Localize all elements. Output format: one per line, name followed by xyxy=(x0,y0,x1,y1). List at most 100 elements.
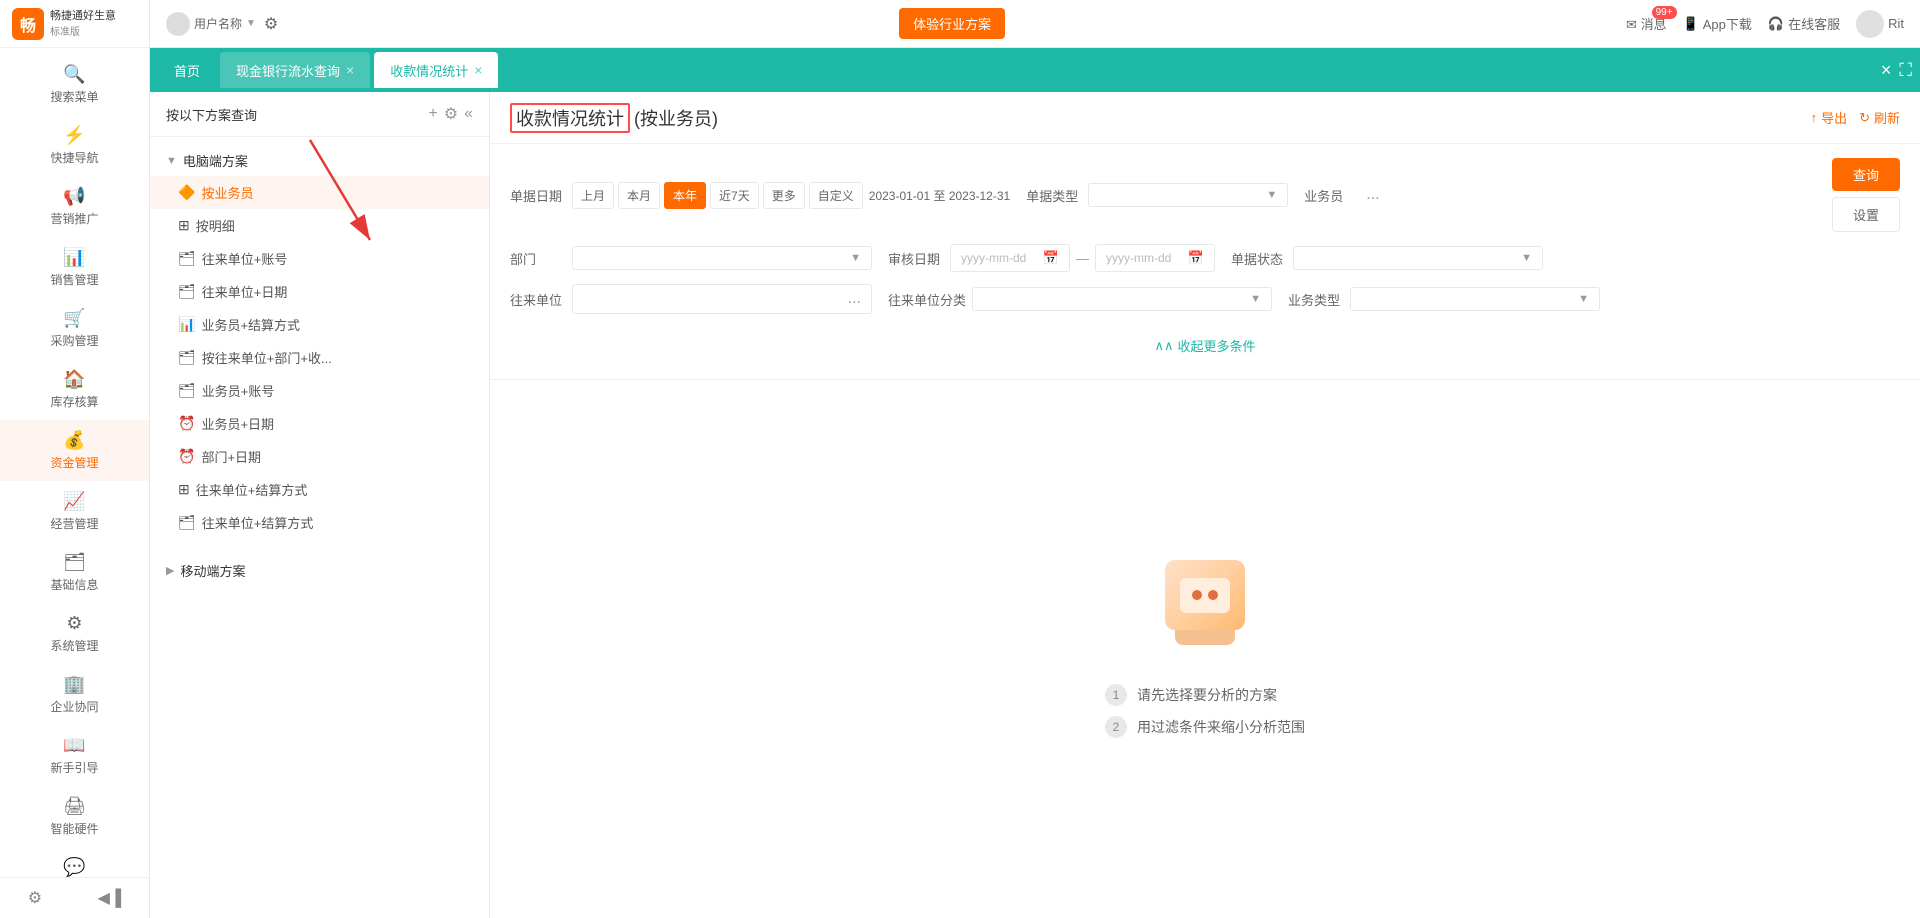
tree-item-salesman-account[interactable]: 🗂 业务员+账号 xyxy=(150,374,489,407)
sidebar-item-enterprise-wx[interactable]: 💬 企业微信 xyxy=(0,847,149,877)
page-title-highlight: 收款情况统计 xyxy=(510,103,630,133)
marketing-icon: 📢 xyxy=(63,186,85,207)
sidebar-item-basic[interactable]: 🗂 基础信息 xyxy=(0,542,149,603)
sales-icon: 📊 xyxy=(63,247,85,268)
tab-collection-stat[interactable]: 收款情况统计 × xyxy=(374,52,498,88)
trial-button[interactable]: 体验行业方案 xyxy=(899,8,1005,39)
tab-close-bank-flow[interactable]: × xyxy=(346,62,354,78)
sidebar-item-search-menu[interactable]: 🔍 搜索菜单 xyxy=(0,54,149,115)
sidebar-item-quick-nav[interactable]: ⚡ 快捷导航 xyxy=(0,115,149,176)
online-service-button[interactable]: 🎧 在线客服 xyxy=(1768,14,1840,33)
settings-gear-icon[interactable]: ⚙ xyxy=(264,14,278,34)
sidebar-item-guide[interactable]: 📖 新手引导 xyxy=(0,725,149,786)
collapse-more-bar[interactable]: ∧∧ 收起更多条件 xyxy=(510,326,1900,365)
sidebar-item-operation[interactable]: 📈 经营管理 xyxy=(0,481,149,542)
partner-select[interactable]: ... xyxy=(572,284,872,314)
doc-status-select[interactable]: ▼ xyxy=(1293,246,1543,270)
by-detail-icon: ⊞ xyxy=(178,217,190,234)
app-download-icon: 📱 xyxy=(1683,16,1699,32)
filter-doc-status-item: 单据状态 ▼ xyxy=(1231,246,1543,270)
biz-type-select[interactable]: ▼ xyxy=(1350,287,1600,311)
sidebar-settings-icon[interactable]: ⚙ xyxy=(28,888,42,908)
tab-close-all-button[interactable]: × xyxy=(1881,60,1892,81)
partner-label: 往来单位 xyxy=(510,290,566,309)
mobile-scheme-title[interactable]: ▶ 移动端方案 xyxy=(150,555,489,586)
message-button[interactable]: ✉ 消息 99+ xyxy=(1626,14,1667,33)
filter-audit-date-item: 审核日期 yyyy-mm-dd 📅 — yyyy-mm-dd 📅 xyxy=(888,244,1215,272)
empty-step-2: 2 用过滤条件来缩小分析范围 xyxy=(1105,716,1305,738)
tree-item-unit-settle2[interactable]: 🗂 往来单位+结算方式 xyxy=(150,506,489,539)
audit-date-label: 审核日期 xyxy=(888,249,944,268)
filter-salesman-item: 业务员 ... xyxy=(1304,186,1379,205)
doc-type-arrow-icon: ▼ xyxy=(1266,189,1277,201)
audit-date-from[interactable]: yyyy-mm-dd 📅 xyxy=(950,244,1070,272)
user-dropdown-arrow-icon[interactable]: ▼ xyxy=(246,18,256,29)
sidebar-item-enterprise[interactable]: 🏢 企业协同 xyxy=(0,664,149,725)
logo: 畅 畅捷通好生意 标准版 xyxy=(0,0,149,48)
sidebar-collapse-icon[interactable]: ◀▐ xyxy=(98,888,122,908)
app-download-button[interactable]: 📱 App下载 xyxy=(1683,14,1752,33)
calendar-to-icon: 📅 xyxy=(1188,250,1204,266)
message-icon: ✉ xyxy=(1626,17,1637,32)
step-1-number: 1 xyxy=(1105,684,1127,706)
pc-scheme-section: ▼ 电脑端方案 🔶 按业务员 ⊞ 按明细 🗂 往来单位+账号 🗂 往 xyxy=(150,137,489,547)
settings-button[interactable]: 设置 xyxy=(1832,197,1900,232)
tab-bank-flow[interactable]: 现金银行流水查询 × xyxy=(220,52,370,88)
user-info: 用户名称 ▼ xyxy=(166,12,256,36)
audit-date-to[interactable]: yyyy-mm-dd 📅 xyxy=(1095,244,1215,272)
tab-maximize-button[interactable]: ⛶ xyxy=(1899,60,1912,81)
page-title-bar: 收款情况统计 (按业务员) ↑ 导出 ↻ 刷新 xyxy=(490,92,1920,144)
tree-item-salesman-settle[interactable]: 📊 业务员+结算方式 xyxy=(150,308,489,341)
add-scheme-button[interactable]: + xyxy=(428,105,437,123)
sidebar-item-fund[interactable]: 💰 资金管理 xyxy=(0,420,149,481)
filter-date-item: 单据日期 上月 本月 本年 近7天 更多 自定义 2023-01-01 至 20… xyxy=(510,182,1010,209)
doc-type-select[interactable]: ▼ xyxy=(1088,183,1288,207)
left-panel-title: 按以下方案查询 xyxy=(166,105,420,124)
left-panel-header: 按以下方案查询 + ⚙ « xyxy=(150,92,489,137)
logo-text: 畅捷通好生意 xyxy=(50,9,116,23)
date-btn-7days[interactable]: 近7天 xyxy=(710,182,759,209)
sidebar-item-marketing[interactable]: 📢 营销推广 xyxy=(0,176,149,237)
tree-item-by-salesman[interactable]: 🔶 按业务员 xyxy=(150,176,489,209)
sidebar-item-system[interactable]: ⚙ 系统管理 xyxy=(0,603,149,664)
sidebar-item-sales[interactable]: 📊 销售管理 xyxy=(0,237,149,298)
sidebar-item-purchase[interactable]: 🛒 采购管理 xyxy=(0,298,149,359)
biz-type-arrow-icon: ▼ xyxy=(1578,293,1589,305)
tree-item-unit-dept-collect[interactable]: 🗂 按往来单位+部门+收... xyxy=(150,341,489,374)
tab-home[interactable]: 首页 xyxy=(158,52,216,88)
date-btn-more[interactable]: 更多 xyxy=(763,182,805,209)
dept-select[interactable]: ▼ xyxy=(572,246,872,270)
fund-icon: 💰 xyxy=(63,430,85,451)
top-header: 用户名称 ▼ ⚙ 体验行业方案 ✉ 消息 99+ 📱 App下载 🎧 在线客服 … xyxy=(150,0,1920,48)
tree-item-salesman-date[interactable]: ⏰ 业务员+日期 xyxy=(150,407,489,440)
date-btn-this-year[interactable]: 本年 xyxy=(664,182,706,209)
tree-item-unit-date[interactable]: 🗂 往来单位+日期 xyxy=(150,275,489,308)
partner-category-select[interactable]: ▼ xyxy=(972,287,1272,311)
partner-dots-button[interactable]: ... xyxy=(848,290,861,308)
date-btn-last-month[interactable]: 上月 xyxy=(572,182,614,209)
tree-item-unit-account[interactable]: 🗂 往来单位+账号 xyxy=(150,242,489,275)
refresh-button[interactable]: ↻ 刷新 xyxy=(1859,108,1900,127)
doc-status-label: 单据状态 xyxy=(1231,249,1287,268)
filter-dept-item: 部门 ▼ xyxy=(510,246,872,270)
collapse-panel-icon[interactable]: « xyxy=(464,105,473,123)
tree-item-by-detail[interactable]: ⊞ 按明细 xyxy=(150,209,489,242)
tree-item-unit-settle1[interactable]: ⊞ 往来单位+结算方式 xyxy=(150,473,489,506)
tree-item-dept-date[interactable]: ⏰ 部门+日期 xyxy=(150,440,489,473)
basic-icon: 🗂 xyxy=(63,552,86,573)
dept-date-icon: ⏰ xyxy=(178,448,195,465)
sidebar: 畅 畅捷通好生意 标准版 🔍 搜索菜单 ⚡ 快捷导航 📢 营销推广 📊 销售管理… xyxy=(0,0,150,918)
salesman-more-button[interactable]: ... xyxy=(1366,186,1379,204)
date-btn-this-month[interactable]: 本月 xyxy=(618,182,660,209)
query-button[interactable]: 查询 xyxy=(1832,158,1900,191)
scheme-settings-icon[interactable]: ⚙ xyxy=(444,104,458,124)
filter-biz-type-item: 业务类型 ▼ xyxy=(1288,287,1600,311)
sidebar-item-smart-hw[interactable]: 🖨 智能硬件 xyxy=(0,786,149,847)
date-buttons-group: 上月 本月 本年 近7天 更多 自定义 xyxy=(572,182,863,209)
tab-close-collection-stat[interactable]: × xyxy=(474,62,482,78)
sidebar-item-inventory[interactable]: 🏠 库存核算 xyxy=(0,359,149,420)
pc-scheme-title[interactable]: ▼ 电脑端方案 xyxy=(150,145,489,176)
export-button[interactable]: ↑ 导出 xyxy=(1811,108,1848,127)
date-btn-custom[interactable]: 自定义 xyxy=(809,182,863,209)
left-panel: 按以下方案查询 + ⚙ « ▼ 电脑端方案 🔶 按业务员 ⊞ xyxy=(150,92,490,918)
